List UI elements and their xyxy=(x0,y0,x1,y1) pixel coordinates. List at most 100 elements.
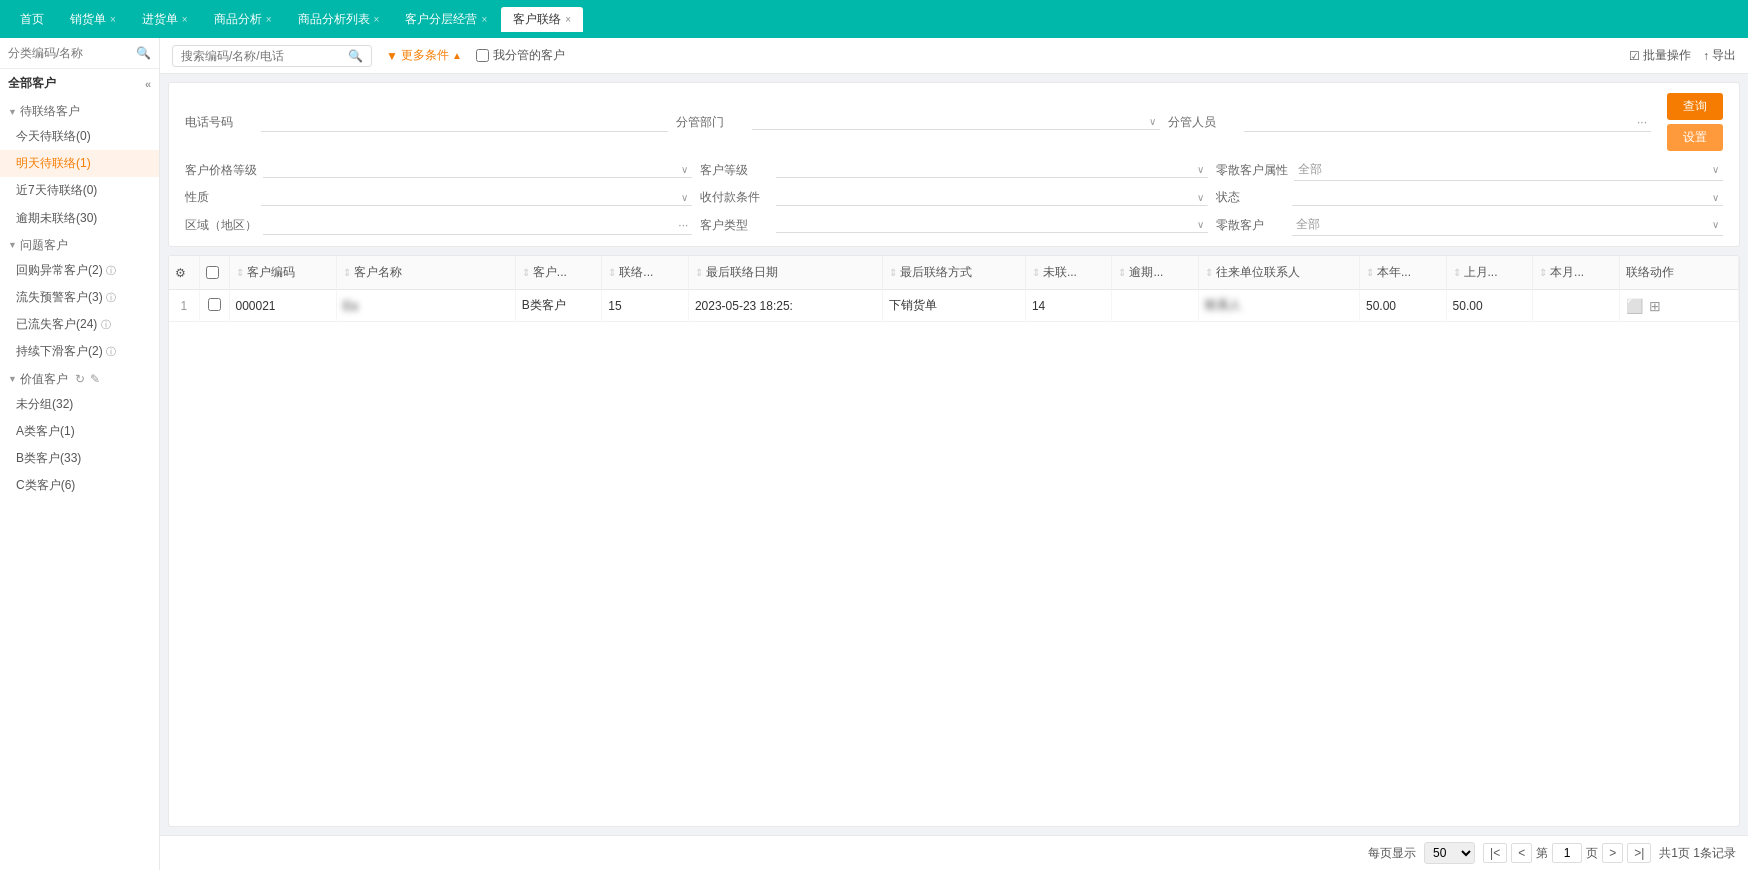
retail-select[interactable]: 全部 ∨ xyxy=(1292,214,1723,236)
next-page-btn[interactable]: > xyxy=(1602,843,1623,863)
row-last-method-value[interactable]: 下销货单 xyxy=(889,298,937,312)
sidebar-item-class-a[interactable]: A类客户(1) xyxy=(0,418,159,445)
th-checkbox xyxy=(199,256,229,290)
retail-attr-select[interactable]: 全部 ∨ xyxy=(1294,159,1723,181)
export-btn[interactable]: ↑ 导出 xyxy=(1703,47,1736,64)
nav-sales[interactable]: 销货单 × xyxy=(58,7,128,32)
customer-type-select[interactable]: ∨ xyxy=(776,217,1207,233)
sidebar-item-class-c[interactable]: C类客户(6) xyxy=(0,472,159,499)
retail-value: 全部 xyxy=(1296,216,1320,233)
retail-attr-chevron-icon: ∨ xyxy=(1712,164,1719,175)
nav-purchase-close[interactable]: × xyxy=(182,14,188,25)
th-code-sort: ⇕ xyxy=(236,267,244,278)
per-page-select[interactable]: 50 100 200 xyxy=(1424,842,1475,864)
sidebar-item-churned[interactable]: 已流失客户(24) ⓘ xyxy=(0,311,159,338)
person-select[interactable]: ··· xyxy=(1244,113,1651,132)
th-action-label: 联络动作 xyxy=(1626,264,1674,281)
nav-analysis-close[interactable]: × xyxy=(266,14,272,25)
th-last-date: ⇕ 最后联络日期 xyxy=(688,256,882,290)
row-name-value: Ea xyxy=(343,299,358,313)
sidebar-problem-group-label: 问题客户 xyxy=(20,237,68,254)
nav-sales-close[interactable]: × xyxy=(110,14,116,25)
th-overdue-label: 逾期... xyxy=(1129,264,1163,281)
prev-page-btn[interactable]: < xyxy=(1511,843,1532,863)
top-nav: 首页 销货单 × 进货单 × 商品分析 × 商品分析列表 × 客户分层经营 × … xyxy=(0,0,1748,38)
query-button[interactable]: 查询 xyxy=(1667,93,1723,120)
action-icons: ⬜ ⊞ xyxy=(1626,298,1732,314)
th-unit-contact-sort: ⇕ xyxy=(1205,267,1213,278)
sidebar-search-icon[interactable]: 🔍 xyxy=(136,46,151,60)
sidebar-item-repurchase-abnormal[interactable]: 回购异常客户(2) ⓘ xyxy=(0,257,159,284)
question-icon-1: ⓘ xyxy=(106,265,116,276)
row-type: B类客户 xyxy=(515,290,602,322)
status-chevron-icon: ∨ xyxy=(1712,192,1719,203)
value-refresh-icon[interactable]: ↻ xyxy=(75,372,85,386)
sidebar-item-declining[interactable]: 持续下滑客户(2) ⓘ xyxy=(0,338,159,365)
settings-icon[interactable]: ⚙ xyxy=(175,266,186,280)
set-button[interactable]: 设置 xyxy=(1667,124,1723,151)
area-select[interactable]: ··· xyxy=(263,216,692,235)
sidebar-item-churn-warning[interactable]: 流失预警客户(3) ⓘ xyxy=(0,284,159,311)
sidebar-search-input[interactable] xyxy=(8,46,132,60)
filter-more-btn[interactable]: ▼ 更多条件 ▲ xyxy=(380,44,468,67)
nav-customer-tier-close[interactable]: × xyxy=(481,14,487,25)
row-last-month-value: 50.00 xyxy=(1453,299,1483,313)
th-code-label: 客户编码 xyxy=(247,264,295,281)
nature-select[interactable]: ∨ xyxy=(261,190,692,206)
last-page-btn[interactable]: >| xyxy=(1627,843,1651,863)
status-select[interactable]: ∨ xyxy=(1292,190,1723,206)
sidebar-item-overdue[interactable]: 逾期未联络(30) xyxy=(0,205,159,232)
search-wrap: 🔍 xyxy=(172,45,372,67)
nav-analysis-list-close[interactable]: × xyxy=(374,14,380,25)
th-this-month-sort: ⇕ xyxy=(1539,267,1547,278)
search-icon[interactable]: 🔍 xyxy=(348,49,363,63)
row-not-contacted: 14 xyxy=(1025,290,1112,322)
toolbar-right: ☑ 批量操作 ↑ 导出 xyxy=(1629,47,1736,64)
row-last-date-value: 2023-05-23 18:25: xyxy=(695,299,793,313)
nav-customer-contact[interactable]: 客户联络 × xyxy=(501,7,583,32)
payment-select[interactable]: ∨ xyxy=(776,190,1207,206)
action-icon-1[interactable]: ⬜ xyxy=(1626,298,1643,314)
sidebar-pending-group-label: 待联络客户 xyxy=(20,103,80,120)
phone-input[interactable] xyxy=(261,113,668,132)
area-dots-icon[interactable]: ··· xyxy=(678,218,688,232)
th-last-month: ⇕ 上月... xyxy=(1446,256,1533,290)
my-customers-checkbox[interactable] xyxy=(476,49,489,62)
sidebar-item-class-b[interactable]: B类客户(33) xyxy=(0,445,159,472)
sidebar-item-ungrouped[interactable]: 未分组(32) xyxy=(0,391,159,418)
nav-customer-tier[interactable]: 客户分层经营 × xyxy=(393,7,499,32)
customer-level-select[interactable]: ∨ xyxy=(776,162,1207,178)
select-all-checkbox[interactable] xyxy=(206,266,219,279)
filter-customer-type: 客户类型 ∨ xyxy=(700,217,1207,234)
toolbar: 🔍 ▼ 更多条件 ▲ 我分管的客户 ☑ 批量操作 ↑ 导出 xyxy=(160,38,1748,74)
nav-analysis-list[interactable]: 商品分析列表 × xyxy=(286,7,392,32)
page-input[interactable] xyxy=(1552,843,1582,863)
dept-select[interactable]: ∨ xyxy=(752,114,1159,130)
nav-analysis[interactable]: 商品分析 × xyxy=(202,7,284,32)
sidebar-item-today[interactable]: 今天待联络(0) xyxy=(0,123,159,150)
person-dots-icon[interactable]: ··· xyxy=(1637,115,1647,129)
nav-customer-contact-close[interactable]: × xyxy=(565,14,571,25)
action-icon-2[interactable]: ⊞ xyxy=(1649,298,1661,314)
nav-home[interactable]: 首页 xyxy=(8,7,56,32)
table-row: 1 000021 Ea B类客户 xyxy=(169,290,1739,322)
th-last-date-sort: ⇕ xyxy=(695,267,703,278)
th-not-contacted-sort: ⇕ xyxy=(1032,267,1040,278)
sidebar-all-customers-label: 全部客户 xyxy=(8,75,56,92)
my-customers-toggle[interactable]: 我分管的客户 xyxy=(476,47,565,64)
sidebar-value-group: 价值客户 ↻ ✎ xyxy=(0,366,159,391)
sidebar-all-customers[interactable]: 全部客户 « xyxy=(0,69,159,98)
sidebar-item-7days[interactable]: 近7天待联络(0) xyxy=(0,177,159,204)
row-checkbox[interactable] xyxy=(208,298,221,311)
batch-btn[interactable]: ☑ 批量操作 xyxy=(1629,47,1691,64)
first-page-btn[interactable]: |< xyxy=(1483,843,1507,863)
th-last-method: ⇕ 最后联络方式 xyxy=(882,256,1025,290)
value-edit-icon[interactable]: ✎ xyxy=(90,372,100,386)
nature-label: 性质 xyxy=(185,189,255,206)
sidebar-item-tomorrow[interactable]: 明天待联络(1) xyxy=(0,150,159,177)
per-page-label: 每页显示 xyxy=(1368,845,1416,862)
search-input[interactable] xyxy=(181,49,344,63)
nav-purchase[interactable]: 进货单 × xyxy=(130,7,200,32)
filter-row-4: 区域（地区） ··· 客户类型 ∨ 零散客户 全部 xyxy=(185,214,1723,236)
price-level-select[interactable]: ∨ xyxy=(263,162,692,178)
